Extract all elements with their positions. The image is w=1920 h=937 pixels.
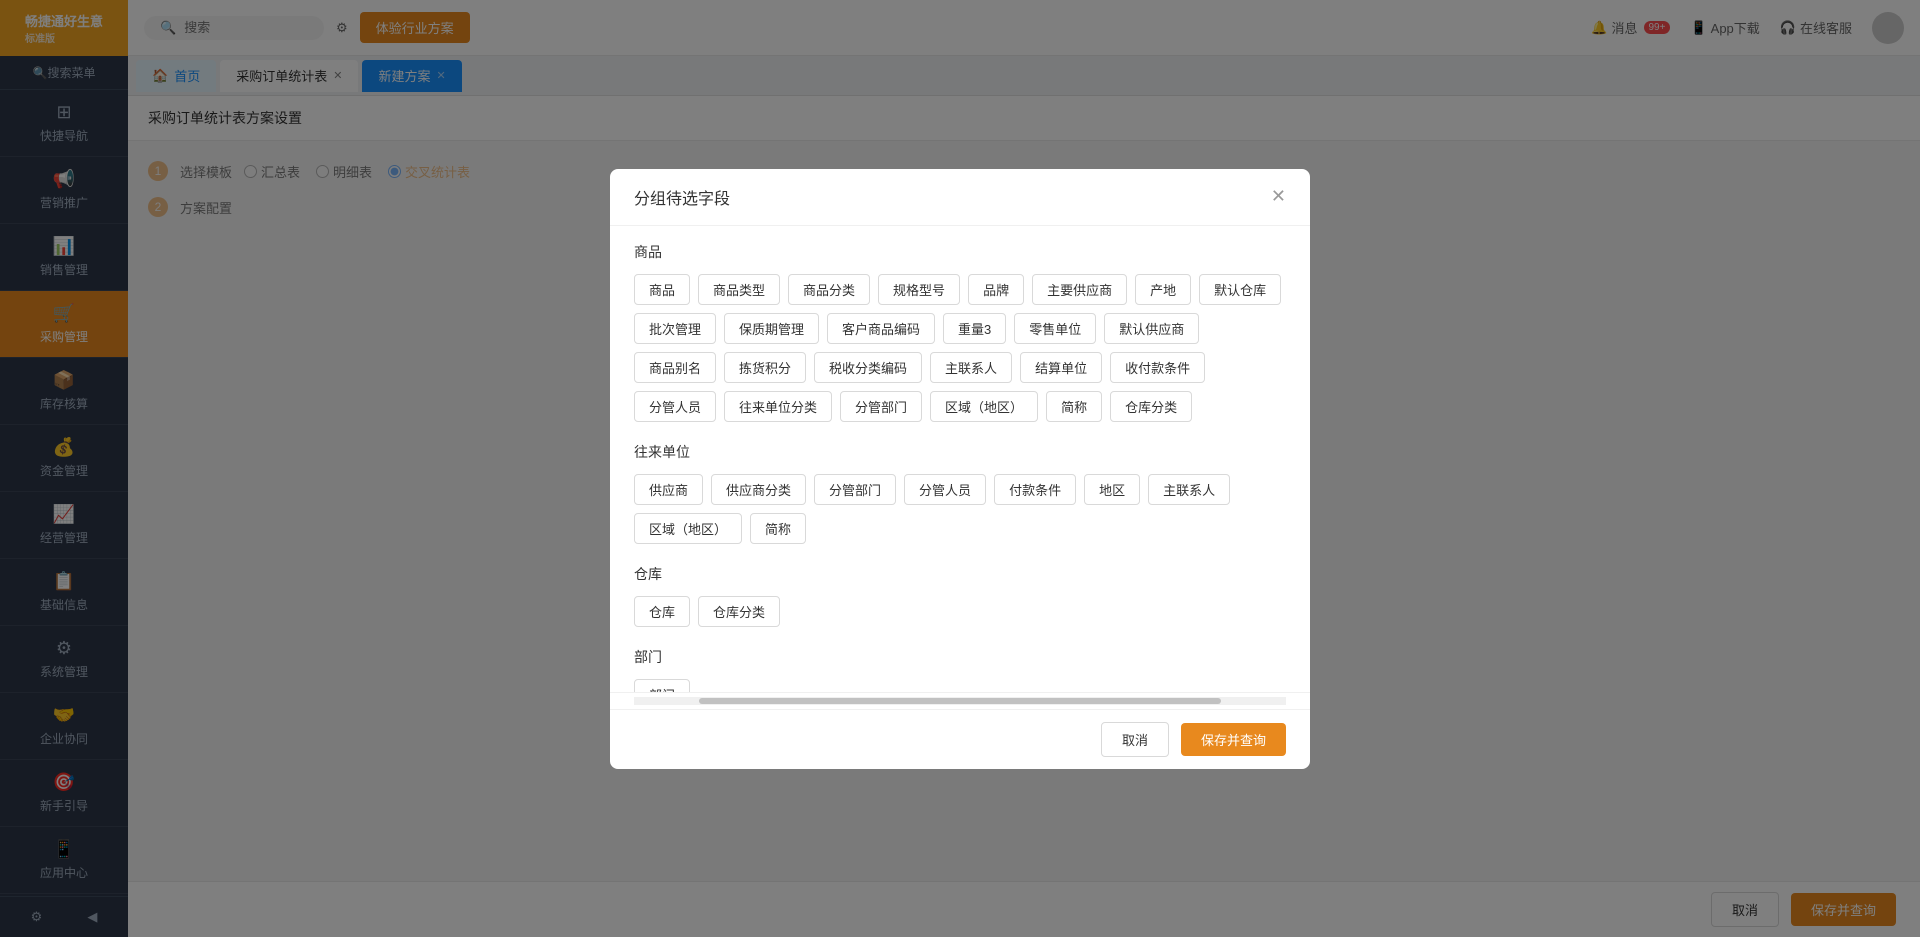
field-tag-main-supplier[interactable]: 主要供应商 [1032, 274, 1127, 305]
field-tag-tax-code[interactable]: 税收分类编码 [814, 352, 922, 383]
field-tag-customer-code[interactable]: 客户商品编码 [827, 313, 935, 344]
field-tag-default-supplier[interactable]: 默认供应商 [1104, 313, 1199, 344]
modal-hscroll[interactable] [634, 697, 1286, 705]
field-tags-warehouse: 仓库 仓库分类 [634, 596, 1286, 627]
field-tag-expiry-mgmt[interactable]: 保质期管理 [724, 313, 819, 344]
field-tag-manager[interactable]: 分管人员 [634, 391, 716, 422]
field-tag-managed-dept[interactable]: 分管部门 [814, 474, 896, 505]
field-tags-dept: 部门 [634, 679, 1286, 692]
field-group-goods-title: 商品 [634, 242, 1286, 262]
modal-hscroll-container [610, 692, 1310, 709]
field-tag-origin-unit-cat[interactable]: 往来单位分类 [724, 391, 832, 422]
field-tag-origin[interactable]: 产地 [1135, 274, 1191, 305]
field-tag-main-contact2[interactable]: 主联系人 [1148, 474, 1230, 505]
field-tag-warehouse-cat[interactable]: 仓库分类 [1110, 391, 1192, 422]
field-tag-main-contact[interactable]: 主联系人 [930, 352, 1012, 383]
field-tag-brand[interactable]: 品牌 [968, 274, 1024, 305]
field-group-warehouse: 仓库 仓库 仓库分类 [634, 564, 1286, 627]
modal-confirm-btn[interactable]: 保存并查询 [1181, 723, 1286, 756]
modal-hscroll-thumb [699, 698, 1221, 704]
field-group-counterpart: 往来单位 供应商 供应商分类 分管部门 分管人员 付款条件 地区 主联系人 区域… [634, 442, 1286, 544]
field-tag-payment-cond[interactable]: 付款条件 [994, 474, 1076, 505]
modal-header: 分组待选字段 ✕ [610, 169, 1310, 226]
field-tag-wh-cat[interactable]: 仓库分类 [698, 596, 780, 627]
modal-title: 分组待选字段 [634, 185, 730, 209]
field-tag-short-name[interactable]: 简称 [1046, 391, 1102, 422]
field-tag-short-name2[interactable]: 简称 [750, 513, 806, 544]
field-tag-settlement-unit[interactable]: 结算单位 [1020, 352, 1102, 383]
field-tag-batch-mgmt[interactable]: 批次管理 [634, 313, 716, 344]
field-tag-area2[interactable]: 区域（地区） [634, 513, 742, 544]
field-tag-payment-terms[interactable]: 收付款条件 [1110, 352, 1205, 383]
field-select-modal: 分组待选字段 ✕ 商品 商品 商品类型 商品分类 规格型号 品牌 主要供应商 产… [610, 169, 1310, 769]
field-group-warehouse-title: 仓库 [634, 564, 1286, 584]
field-group-dept-title: 部门 [634, 647, 1286, 667]
field-tag-goods-alias[interactable]: 商品别名 [634, 352, 716, 383]
field-tag-dept-managed[interactable]: 分管部门 [840, 391, 922, 422]
modal-footer: 取消 保存并查询 [610, 709, 1310, 769]
field-tag-region[interactable]: 地区 [1084, 474, 1140, 505]
field-tag-pick-points[interactable]: 拣货积分 [724, 352, 806, 383]
field-tag-weight3[interactable]: 重量3 [943, 313, 1006, 344]
field-group-goods: 商品 商品 商品类型 商品分类 规格型号 品牌 主要供应商 产地 默认仓库 批次… [634, 242, 1286, 422]
field-tag-spec-type[interactable]: 规格型号 [878, 274, 960, 305]
field-tag-dept[interactable]: 部门 [634, 679, 690, 692]
field-tags-counterpart: 供应商 供应商分类 分管部门 分管人员 付款条件 地区 主联系人 区域（地区） … [634, 474, 1286, 544]
field-tag-wh[interactable]: 仓库 [634, 596, 690, 627]
field-tag-managed-person[interactable]: 分管人员 [904, 474, 986, 505]
field-tag-goods-category[interactable]: 商品分类 [788, 274, 870, 305]
field-tag-supplier-cat[interactable]: 供应商分类 [711, 474, 806, 505]
field-tags-goods: 商品 商品类型 商品分类 规格型号 品牌 主要供应商 产地 默认仓库 批次管理 … [634, 274, 1286, 422]
modal-body: 商品 商品 商品类型 商品分类 规格型号 品牌 主要供应商 产地 默认仓库 批次… [610, 226, 1310, 692]
field-tag-retail-unit[interactable]: 零售单位 [1014, 313, 1096, 344]
modal-close-btn[interactable]: ✕ [1271, 186, 1286, 207]
field-tag-default-warehouse[interactable]: 默认仓库 [1199, 274, 1281, 305]
modal-cancel-btn[interactable]: 取消 [1101, 722, 1169, 757]
field-tag-goods-type[interactable]: 商品类型 [698, 274, 780, 305]
field-tag-goods[interactable]: 商品 [634, 274, 690, 305]
field-tag-area-region[interactable]: 区域（地区） [930, 391, 1038, 422]
field-group-dept: 部门 部门 [634, 647, 1286, 692]
field-group-counterpart-title: 往来单位 [634, 442, 1286, 462]
field-tag-supplier[interactable]: 供应商 [634, 474, 703, 505]
